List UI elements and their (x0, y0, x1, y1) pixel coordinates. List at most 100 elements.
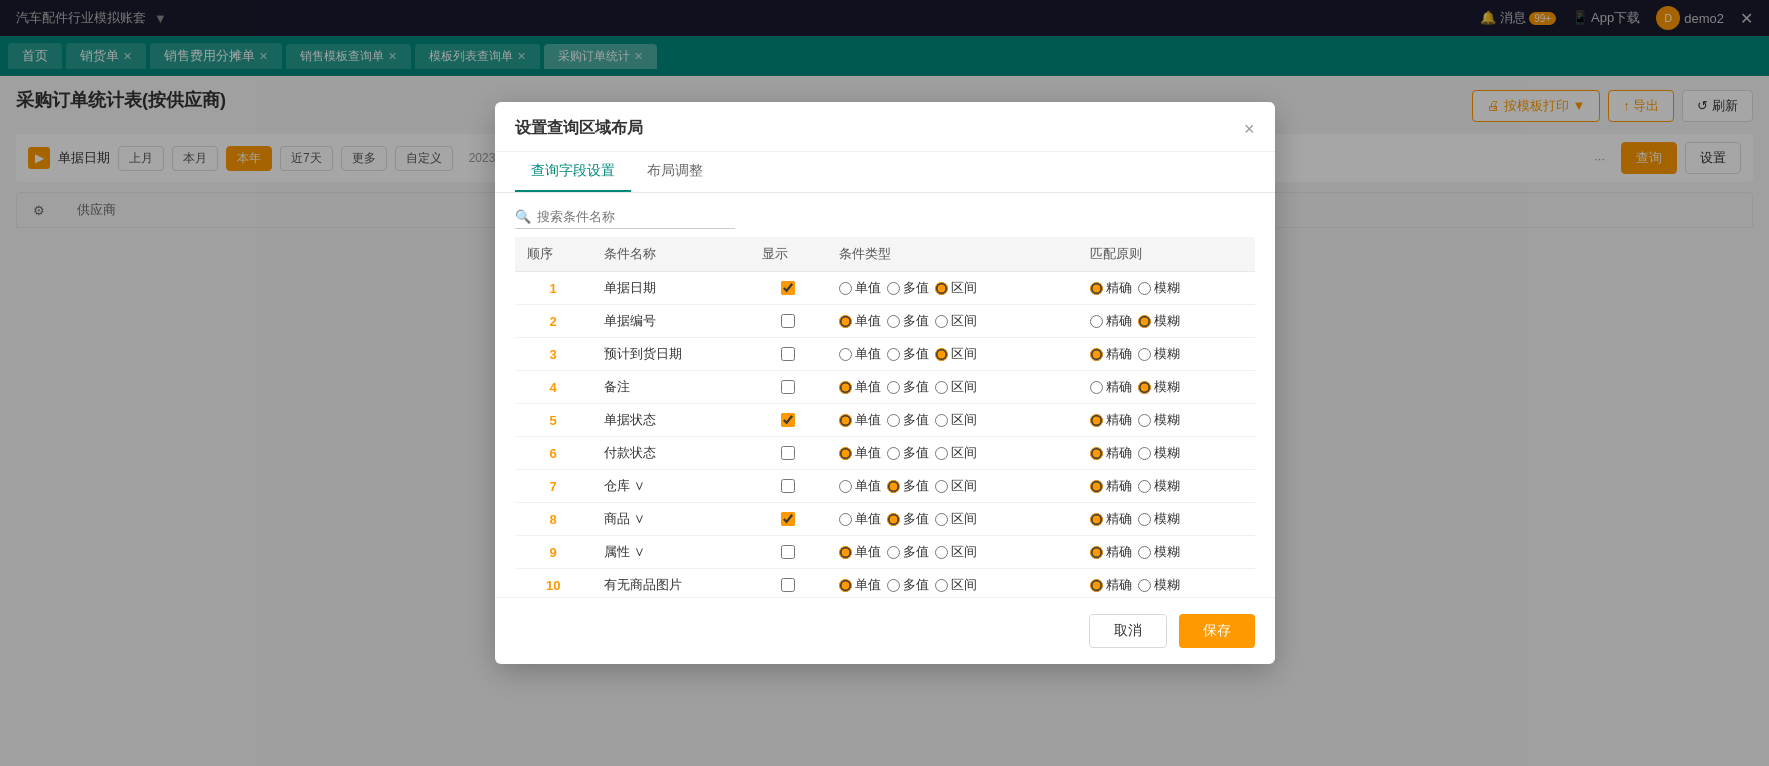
rule-option-精确[interactable]: 精确 (1090, 378, 1132, 396)
type-option-单值[interactable]: 单值 (839, 378, 881, 396)
row-display[interactable] (750, 470, 827, 503)
row-type[interactable]: 单值多值区间 (827, 503, 1078, 536)
rule-option-精确[interactable]: 精确 (1090, 510, 1132, 528)
type-option-多值[interactable]: 多值 (887, 543, 929, 561)
row-type[interactable]: 单值多值区间 (827, 371, 1078, 404)
row-rule[interactable]: 精确模糊 (1078, 305, 1255, 338)
tab-query-fields[interactable]: 查询字段设置 (515, 152, 631, 192)
display-checkbox[interactable] (781, 578, 795, 592)
rule-option-模糊[interactable]: 模糊 (1138, 444, 1180, 462)
row-rule[interactable]: 精确模糊 (1078, 404, 1255, 437)
rule-option-模糊[interactable]: 模糊 (1138, 543, 1180, 561)
rule-option-精确[interactable]: 精确 (1090, 345, 1132, 363)
rule-option-精确[interactable]: 精确 (1090, 576, 1132, 594)
table-row: 9属性 ∨单值多值区间精确模糊 (515, 536, 1255, 569)
row-rule[interactable]: 精确模糊 (1078, 371, 1255, 404)
rule-option-模糊[interactable]: 模糊 (1138, 510, 1180, 528)
display-checkbox[interactable] (781, 479, 795, 493)
rule-option-精确[interactable]: 精确 (1090, 312, 1132, 330)
row-type[interactable]: 单值多值区间 (827, 404, 1078, 437)
row-type[interactable]: 单值多值区间 (827, 305, 1078, 338)
type-option-多值[interactable]: 多值 (887, 378, 929, 396)
type-option-多值[interactable]: 多值 (887, 510, 929, 528)
row-display[interactable] (750, 305, 827, 338)
cancel-button[interactable]: 取消 (1089, 614, 1167, 648)
rule-option-精确[interactable]: 精确 (1090, 444, 1132, 462)
row-display[interactable] (750, 338, 827, 371)
type-option-区间[interactable]: 区间 (935, 444, 977, 462)
type-option-多值[interactable]: 多值 (887, 576, 929, 594)
row-type[interactable]: 单值多值区间 (827, 569, 1078, 598)
rule-option-精确[interactable]: 精确 (1090, 543, 1132, 561)
row-type[interactable]: 单值多值区间 (827, 536, 1078, 569)
type-option-单值[interactable]: 单值 (839, 444, 881, 462)
display-checkbox[interactable] (781, 545, 795, 559)
type-option-区间[interactable]: 区间 (935, 477, 977, 495)
rule-option-精确[interactable]: 精确 (1090, 411, 1132, 429)
type-option-多值[interactable]: 多值 (887, 477, 929, 495)
type-option-单值[interactable]: 单值 (839, 279, 881, 297)
row-rule[interactable]: 精确模糊 (1078, 437, 1255, 470)
row-type[interactable]: 单值多值区间 (827, 470, 1078, 503)
display-checkbox[interactable] (781, 281, 795, 295)
row-display[interactable] (750, 437, 827, 470)
type-option-区间[interactable]: 区间 (935, 312, 977, 330)
display-checkbox[interactable] (781, 512, 795, 526)
type-option-区间[interactable]: 区间 (935, 543, 977, 561)
dialog-close-btn[interactable]: × (1244, 120, 1255, 138)
rule-option-模糊[interactable]: 模糊 (1138, 345, 1180, 363)
rule-option-精确[interactable]: 精确 (1090, 477, 1132, 495)
row-rule[interactable]: 精确模糊 (1078, 536, 1255, 569)
type-option-区间[interactable]: 区间 (935, 378, 977, 396)
type-option-单值[interactable]: 单值 (839, 312, 881, 330)
rule-option-模糊[interactable]: 模糊 (1138, 477, 1180, 495)
display-checkbox[interactable] (781, 413, 795, 427)
type-option-多值[interactable]: 多值 (887, 444, 929, 462)
type-option-单值[interactable]: 单值 (839, 576, 881, 594)
type-option-单值[interactable]: 单值 (839, 477, 881, 495)
type-option-区间[interactable]: 区间 (935, 510, 977, 528)
row-display[interactable] (750, 569, 827, 598)
type-option-多值[interactable]: 多值 (887, 312, 929, 330)
save-button[interactable]: 保存 (1179, 614, 1255, 648)
type-option-多值[interactable]: 多值 (887, 279, 929, 297)
row-display[interactable] (750, 503, 827, 536)
row-type[interactable]: 单值多值区间 (827, 272, 1078, 305)
type-option-多值[interactable]: 多值 (887, 345, 929, 363)
type-option-单值[interactable]: 单值 (839, 543, 881, 561)
row-display[interactable] (750, 371, 827, 404)
table-row: 10有无商品图片单值多值区间精确模糊 (515, 569, 1255, 598)
row-display[interactable] (750, 404, 827, 437)
row-rule[interactable]: 精确模糊 (1078, 470, 1255, 503)
rule-option-模糊[interactable]: 模糊 (1138, 378, 1180, 396)
rule-option-模糊[interactable]: 模糊 (1138, 411, 1180, 429)
row-order: 2 (515, 305, 592, 338)
row-display[interactable] (750, 536, 827, 569)
type-option-区间[interactable]: 区间 (935, 345, 977, 363)
type-option-单值[interactable]: 单值 (839, 510, 881, 528)
row-type[interactable]: 单值多值区间 (827, 437, 1078, 470)
type-option-单值[interactable]: 单值 (839, 345, 881, 363)
type-option-单值[interactable]: 单值 (839, 411, 881, 429)
rule-option-模糊[interactable]: 模糊 (1138, 312, 1180, 330)
type-option-区间[interactable]: 区间 (935, 411, 977, 429)
row-type[interactable]: 单值多值区间 (827, 338, 1078, 371)
type-option-区间[interactable]: 区间 (935, 279, 977, 297)
condition-table-scroll[interactable]: 顺序 条件名称 显示 条件类型 匹配原则 1单据日期单值多值区间精确模糊2单据编… (515, 237, 1255, 597)
rule-option-模糊[interactable]: 模糊 (1138, 576, 1180, 594)
row-rule[interactable]: 精确模糊 (1078, 272, 1255, 305)
display-checkbox[interactable] (781, 347, 795, 361)
display-checkbox[interactable] (781, 314, 795, 328)
search-input[interactable] (537, 209, 717, 224)
display-checkbox[interactable] (781, 380, 795, 394)
row-rule[interactable]: 精确模糊 (1078, 338, 1255, 371)
display-checkbox[interactable] (781, 446, 795, 460)
row-display[interactable] (750, 272, 827, 305)
row-rule[interactable]: 精确模糊 (1078, 503, 1255, 536)
row-rule[interactable]: 精确模糊 (1078, 569, 1255, 598)
tab-layout-adjust[interactable]: 布局调整 (631, 152, 719, 192)
type-option-区间[interactable]: 区间 (935, 576, 977, 594)
rule-option-模糊[interactable]: 模糊 (1138, 279, 1180, 297)
type-option-多值[interactable]: 多值 (887, 411, 929, 429)
rule-option-精确[interactable]: 精确 (1090, 279, 1132, 297)
